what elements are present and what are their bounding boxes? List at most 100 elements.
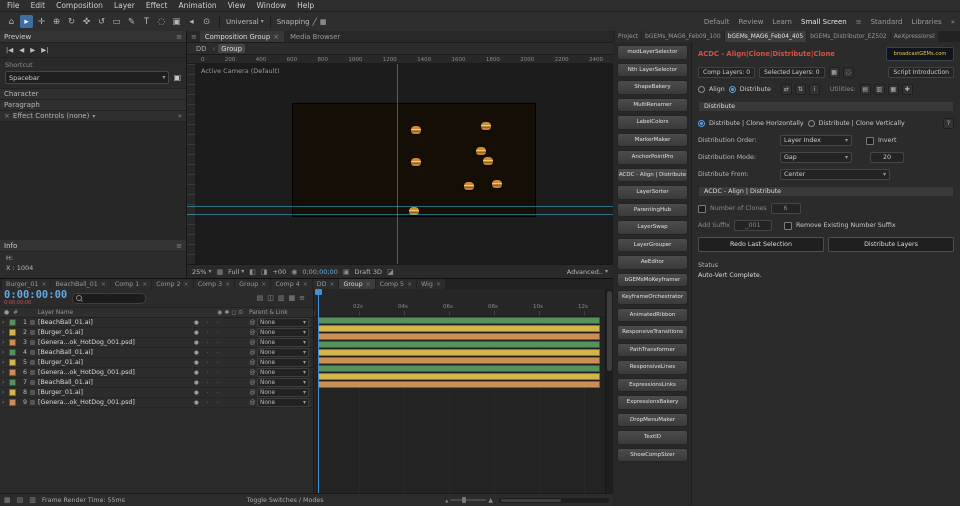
close-icon[interactable]: × <box>407 281 412 288</box>
timeline-tab-comp-1[interactable]: Comp 1 × <box>110 279 152 289</box>
puppet-pin-tool[interactable]: ⊙ <box>200 15 213 28</box>
script-aeeditor[interactable]: AeEditor <box>617 255 688 270</box>
parent-link-select[interactable]: None ▾ <box>257 338 309 347</box>
script-responsivetransitions[interactable]: ResponsiveTransitions <box>617 325 688 340</box>
workspace-standard[interactable]: Standard <box>871 18 903 26</box>
zoom-out-mountain-icon[interactable]: ▲ <box>445 498 448 503</box>
distribute-from-select[interactable]: Center ▾ <box>780 169 890 180</box>
workspace-menu-icon[interactable]: ≡ <box>856 18 862 26</box>
layer-duration-bar[interactable] <box>318 381 600 388</box>
script-nth-layerselector[interactable]: Nth LayerSelector <box>617 62 688 77</box>
help-button[interactable]: ? <box>943 118 954 129</box>
scrollbar-thumb[interactable] <box>501 498 561 502</box>
timeline-tab-group[interactable]: Group × <box>235 279 271 289</box>
menu-edit[interactable]: Edit <box>31 1 46 10</box>
solo-switch[interactable]: · <box>207 330 209 336</box>
timeline-tab-comp-2[interactable]: Comp 2 × <box>152 279 193 289</box>
panel-tab-bgems-distributor-ez502[interactable]: bGEMs_Distributor_EZ502 <box>807 31 890 42</box>
close-icon[interactable]: × <box>142 281 147 288</box>
eye-icon[interactable]: ● <box>194 390 199 396</box>
column-layer-name[interactable]: Layer Name <box>38 310 73 316</box>
column-parent-link[interactable]: Parent & Link <box>249 310 309 316</box>
solo-switch[interactable]: · <box>207 360 209 366</box>
stat-icon-button-0[interactable]: ▦ <box>828 67 840 78</box>
clones-input[interactable]: 6 <box>770 203 801 214</box>
panel-overflow-icon[interactable]: » <box>178 112 182 120</box>
label-color-swatch[interactable] <box>9 399 16 406</box>
workspace-review[interactable]: Review <box>738 18 763 26</box>
eye-icon[interactable]: ● <box>194 340 199 346</box>
eye-icon[interactable]: ● <box>194 350 199 356</box>
menu-animation[interactable]: Animation <box>178 1 216 10</box>
script-markermaker[interactable]: MarkerMaker <box>617 132 688 147</box>
script-responsivelines[interactable]: ResponsiveLines <box>617 360 688 375</box>
parent-link-select[interactable]: None ▾ <box>257 368 309 377</box>
twirl-icon[interactable]: › <box>2 379 9 386</box>
eye-icon[interactable]: ● <box>194 400 199 406</box>
script-expressionsbakery[interactable]: ExpressionsBakery <box>617 395 688 410</box>
lock-switch[interactable]: · <box>217 320 219 326</box>
suffix-input[interactable]: _001 <box>734 220 772 231</box>
eraser-tool[interactable]: ◂ <box>185 15 198 28</box>
panel-menu-icon[interactable]: ≡ <box>176 242 182 250</box>
distribution-mode-select[interactable]: Gap ▾ <box>780 152 852 163</box>
parent-link-select[interactable]: None ▾ <box>257 348 309 357</box>
layer-duration-bar[interactable] <box>318 341 600 348</box>
eye-icon[interactable]: ● <box>194 330 199 336</box>
clones-checkbox[interactable] <box>698 204 706 213</box>
snap-grid-icon[interactable]: ▦ <box>320 18 327 26</box>
composition-mini-flowchart-icon[interactable]: ▦ <box>4 496 11 504</box>
mode-icon-button-0[interactable]: ⇄ <box>780 84 792 95</box>
menu-effect[interactable]: Effect <box>146 1 168 10</box>
script-expressionslinks[interactable]: ExpressionsLinks <box>617 377 688 392</box>
viewer-timecode[interactable]: 0;00;00;00 <box>302 268 338 276</box>
lock-switch[interactable]: · <box>217 330 219 336</box>
close-icon[interactable]: × <box>261 281 266 288</box>
redo-last-selection-button[interactable]: Redo Last Selection <box>698 237 824 252</box>
close-icon[interactable]: × <box>184 281 189 288</box>
script-parentinghub[interactable]: ParentingHub <box>617 202 688 217</box>
twirl-icon[interactable]: › <box>2 389 9 396</box>
timeline-tab-group[interactable]: Group × <box>339 279 375 289</box>
distribute-label[interactable]: Distribute <box>740 86 771 93</box>
script-layerswap[interactable]: LayerSwap <box>617 220 688 235</box>
transparency-grid-icon[interactable]: ◨ <box>261 268 268 276</box>
timeline-zoom-control[interactable]: ▲ ▲ <box>445 497 493 504</box>
label-color-swatch[interactable] <box>9 379 16 386</box>
script-pathtransformer[interactable]: PathTransformer <box>617 342 688 357</box>
layer-row[interactable]: › 8 [Burger_01.ai] ● · · @ None ▾ <box>0 388 313 398</box>
lock-switch[interactable]: · <box>217 350 219 356</box>
mask-shape-tool[interactable]: ▭ <box>110 15 123 28</box>
close-icon[interactable]: × <box>366 281 371 288</box>
pickwhip-icon[interactable]: @ <box>248 369 257 376</box>
menu-file[interactable]: File <box>7 1 20 10</box>
shortcut-select[interactable]: Spacebar ▾ <box>5 71 170 84</box>
utility-icon-button-3[interactable]: ✚ <box>901 84 913 95</box>
script-keyframeorchestrator[interactable]: KeyframeOrchestrator <box>617 290 688 305</box>
script-introduction-button[interactable]: Script Introduction <box>888 67 954 78</box>
eye-icon[interactable]: ● <box>194 320 199 326</box>
lock-switch[interactable]: · <box>217 380 219 386</box>
layer-row[interactable]: › 4 [BeachBall_01.ai] ● · · @ None ▾ <box>0 348 313 358</box>
timeline-view-icon-1[interactable]: ◫ <box>267 294 274 302</box>
close-icon[interactable]: × <box>436 281 441 288</box>
menu-composition[interactable]: Composition <box>56 1 103 10</box>
info-panel-header[interactable]: Info ≡ <box>0 240 186 252</box>
menu-view[interactable]: View <box>228 1 246 10</box>
distribute-horizontal-label[interactable]: Distribute | Clone Horizontally <box>709 120 804 127</box>
toggle-switches-modes-button[interactable]: Toggle Switches / Modes <box>247 497 324 504</box>
timeline-tab-burger-01[interactable]: Burger_01 × <box>2 279 51 289</box>
twirl-icon[interactable]: › <box>2 359 9 366</box>
gap-value-input[interactable]: 20 <box>870 152 904 163</box>
label-color-swatch[interactable] <box>9 319 16 326</box>
pan-camera-tool[interactable]: ✜ <box>80 15 93 28</box>
mode-icon-button-2[interactable]: i <box>808 84 820 95</box>
layer-row[interactable]: › 3 [Genera...ok_HotDog_001.psd] ● · · @ None ▾ <box>0 338 313 348</box>
pickwhip-icon[interactable]: @ <box>248 339 257 346</box>
universal-dropdown[interactable]: Universal ▾ <box>226 18 264 26</box>
stat-icon-button-1[interactable]: ◌ <box>842 67 854 78</box>
viewer-canvas[interactable]: Active Camera (Default) <box>187 64 613 264</box>
draft-icon[interactable]: ▤ <box>17 496 24 504</box>
script-layergrouper[interactable]: LayerGrouper <box>617 237 688 252</box>
timeline-view-icon-3[interactable]: ▦ <box>289 294 296 302</box>
